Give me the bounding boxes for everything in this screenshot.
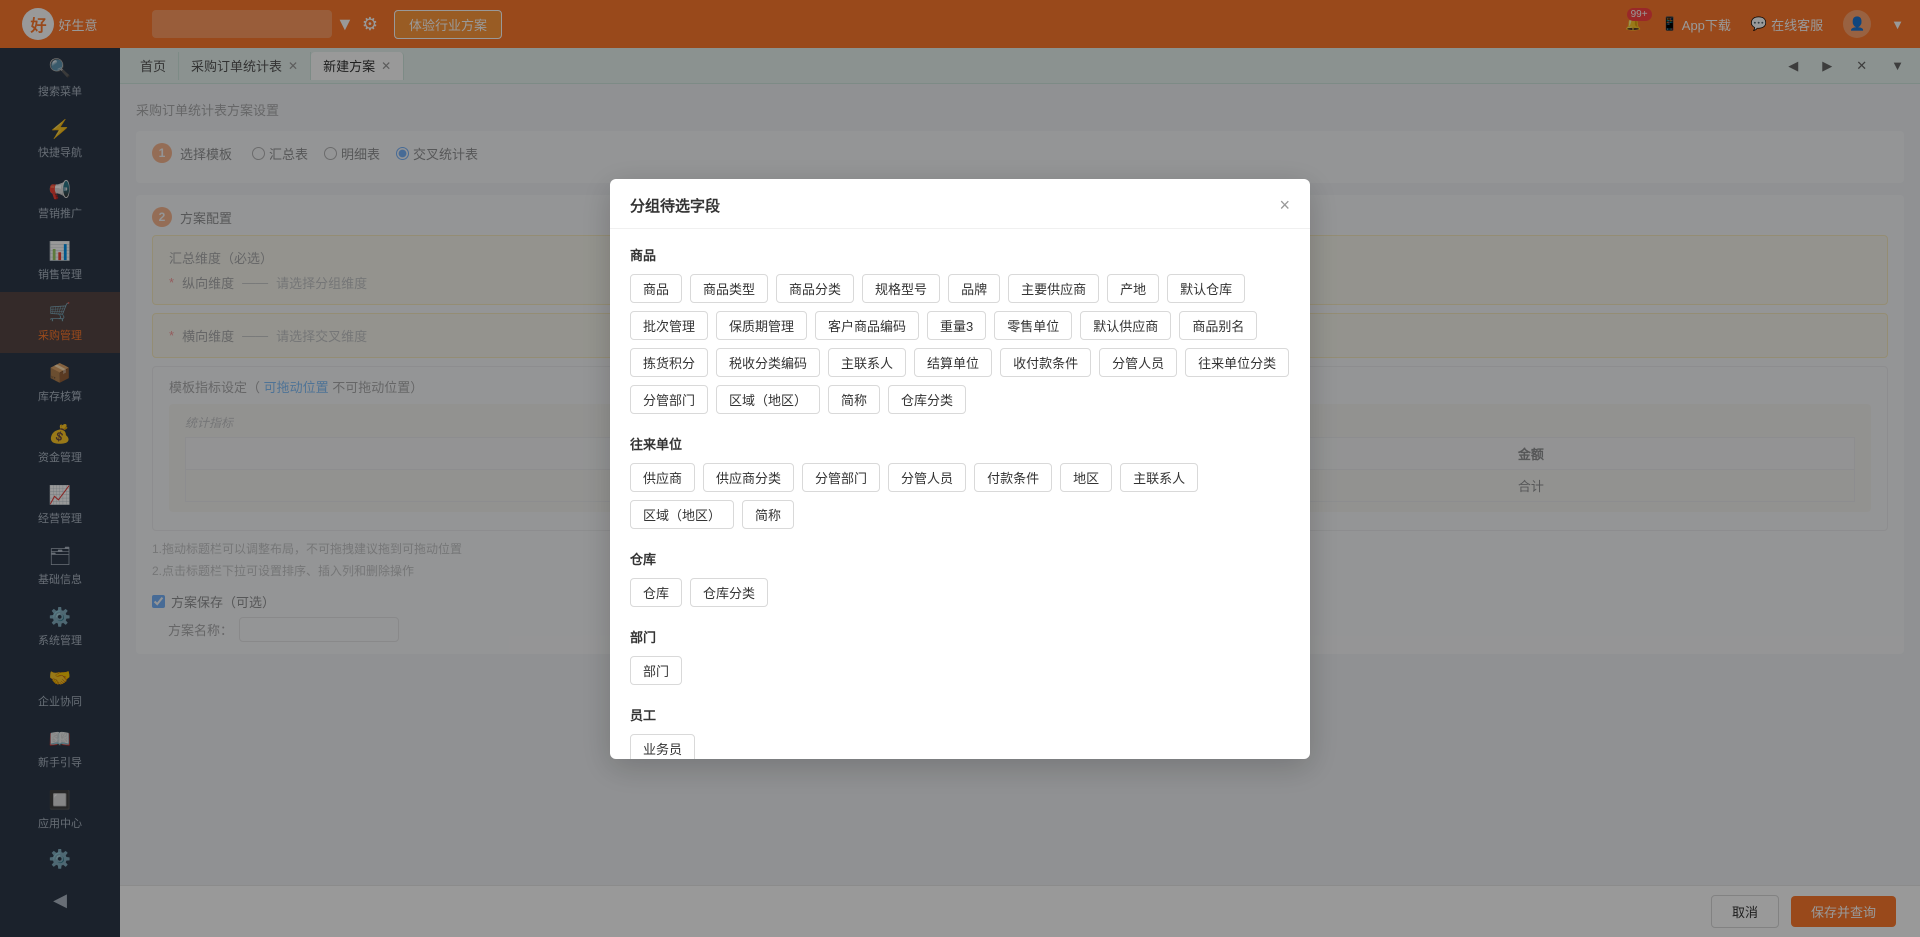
field-tags-product: 商品商品类型商品分类规格型号品牌主要供应商产地默认仓库批次管理保质期管理客户商品… xyxy=(630,274,1290,414)
field-tags-department: 部门 xyxy=(630,656,1290,685)
field-tag-product-18[interactable]: 结算单位 xyxy=(914,348,992,377)
field-tag-product-21[interactable]: 往来单位分类 xyxy=(1185,348,1289,377)
field-section-employee: 员工业务员 xyxy=(630,705,1290,759)
field-tag-product-23[interactable]: 区域（地区） xyxy=(716,385,820,414)
field-tag-product-13[interactable]: 默认供应商 xyxy=(1080,311,1171,340)
field-tag-partner-7[interactable]: 区域（地区） xyxy=(630,500,734,529)
field-tag-product-20[interactable]: 分管人员 xyxy=(1099,348,1177,377)
field-tag-product-0[interactable]: 商品 xyxy=(630,274,682,303)
field-tag-partner-0[interactable]: 供应商 xyxy=(630,463,695,492)
field-tag-warehouse-0[interactable]: 仓库 xyxy=(630,578,682,607)
modal-overlay: 分组待选字段 × 商品商品商品类型商品分类规格型号品牌主要供应商产地默认仓库批次… xyxy=(0,0,1920,937)
field-section-title-product: 商品 xyxy=(630,245,1290,264)
field-tag-product-14[interactable]: 商品别名 xyxy=(1179,311,1257,340)
modal-body: 商品商品商品类型商品分类规格型号品牌主要供应商产地默认仓库批次管理保质期管理客户… xyxy=(610,229,1310,759)
modal-close-button[interactable]: × xyxy=(1279,196,1290,214)
field-section-partner: 往来单位供应商供应商分类分管部门分管人员付款条件地区主联系人区域（地区） 简称 xyxy=(630,434,1290,529)
field-section-title-employee: 员工 xyxy=(630,705,1290,724)
field-tag-product-7[interactable]: 默认仓库 xyxy=(1167,274,1245,303)
field-tag-product-8[interactable]: 批次管理 xyxy=(630,311,708,340)
field-tag-product-16[interactable]: 税收分类编码 xyxy=(716,348,820,377)
field-section-product: 商品商品商品类型商品分类规格型号品牌主要供应商产地默认仓库批次管理保质期管理客户… xyxy=(630,245,1290,414)
field-section-title-partner: 往来单位 xyxy=(630,434,1290,453)
modal-header: 分组待选字段 × xyxy=(610,179,1310,229)
field-tag-partner-8[interactable]: 简称 xyxy=(742,500,794,529)
field-section-warehouse: 仓库仓库仓库分类 xyxy=(630,549,1290,607)
field-tag-product-10[interactable]: 客户商品编码 xyxy=(815,311,919,340)
field-tag-product-24[interactable]: 简称 xyxy=(828,385,880,414)
field-tag-partner-2[interactable]: 分管部门 xyxy=(802,463,880,492)
field-tags-partner: 供应商供应商分类分管部门分管人员付款条件地区主联系人区域（地区） 简称 xyxy=(630,463,1290,529)
field-tag-product-1[interactable]: 商品类型 xyxy=(690,274,768,303)
field-section-department: 部门部门 xyxy=(630,627,1290,685)
field-tag-partner-5[interactable]: 地区 xyxy=(1060,463,1112,492)
field-tag-department-0[interactable]: 部门 xyxy=(630,656,682,685)
field-section-title-warehouse: 仓库 xyxy=(630,549,1290,568)
field-tag-partner-1[interactable]: 供应商分类 xyxy=(703,463,794,492)
field-tag-partner-4[interactable]: 付款条件 xyxy=(974,463,1052,492)
modal-title: 分组待选字段 xyxy=(630,195,720,216)
field-tag-product-5[interactable]: 主要供应商 xyxy=(1008,274,1099,303)
field-tag-employee-0[interactable]: 业务员 xyxy=(630,734,695,759)
field-tag-product-3[interactable]: 规格型号 xyxy=(862,274,940,303)
field-tag-product-9[interactable]: 保质期管理 xyxy=(716,311,807,340)
field-tag-product-19[interactable]: 收付款条件 xyxy=(1000,348,1091,377)
field-tag-warehouse-1[interactable]: 仓库分类 xyxy=(690,578,768,607)
field-tag-product-12[interactable]: 零售单位 xyxy=(994,311,1072,340)
field-tag-product-11[interactable]: 重量3 xyxy=(927,311,986,340)
field-tag-product-15[interactable]: 拣货积分 xyxy=(630,348,708,377)
field-tags-employee: 业务员 xyxy=(630,734,1290,759)
field-tag-partner-6[interactable]: 主联系人 xyxy=(1120,463,1198,492)
modal: 分组待选字段 × 商品商品商品类型商品分类规格型号品牌主要供应商产地默认仓库批次… xyxy=(610,179,1310,759)
field-tag-product-4[interactable]: 品牌 xyxy=(948,274,1000,303)
field-section-title-department: 部门 xyxy=(630,627,1290,646)
field-tag-product-25[interactable]: 仓库分类 xyxy=(888,385,966,414)
field-tag-product-6[interactable]: 产地 xyxy=(1107,274,1159,303)
field-tag-product-22[interactable]: 分管部门 xyxy=(630,385,708,414)
field-tag-partner-3[interactable]: 分管人员 xyxy=(888,463,966,492)
field-tag-product-17[interactable]: 主联系人 xyxy=(828,348,906,377)
field-tags-warehouse: 仓库仓库分类 xyxy=(630,578,1290,607)
field-tag-product-2[interactable]: 商品分类 xyxy=(776,274,854,303)
